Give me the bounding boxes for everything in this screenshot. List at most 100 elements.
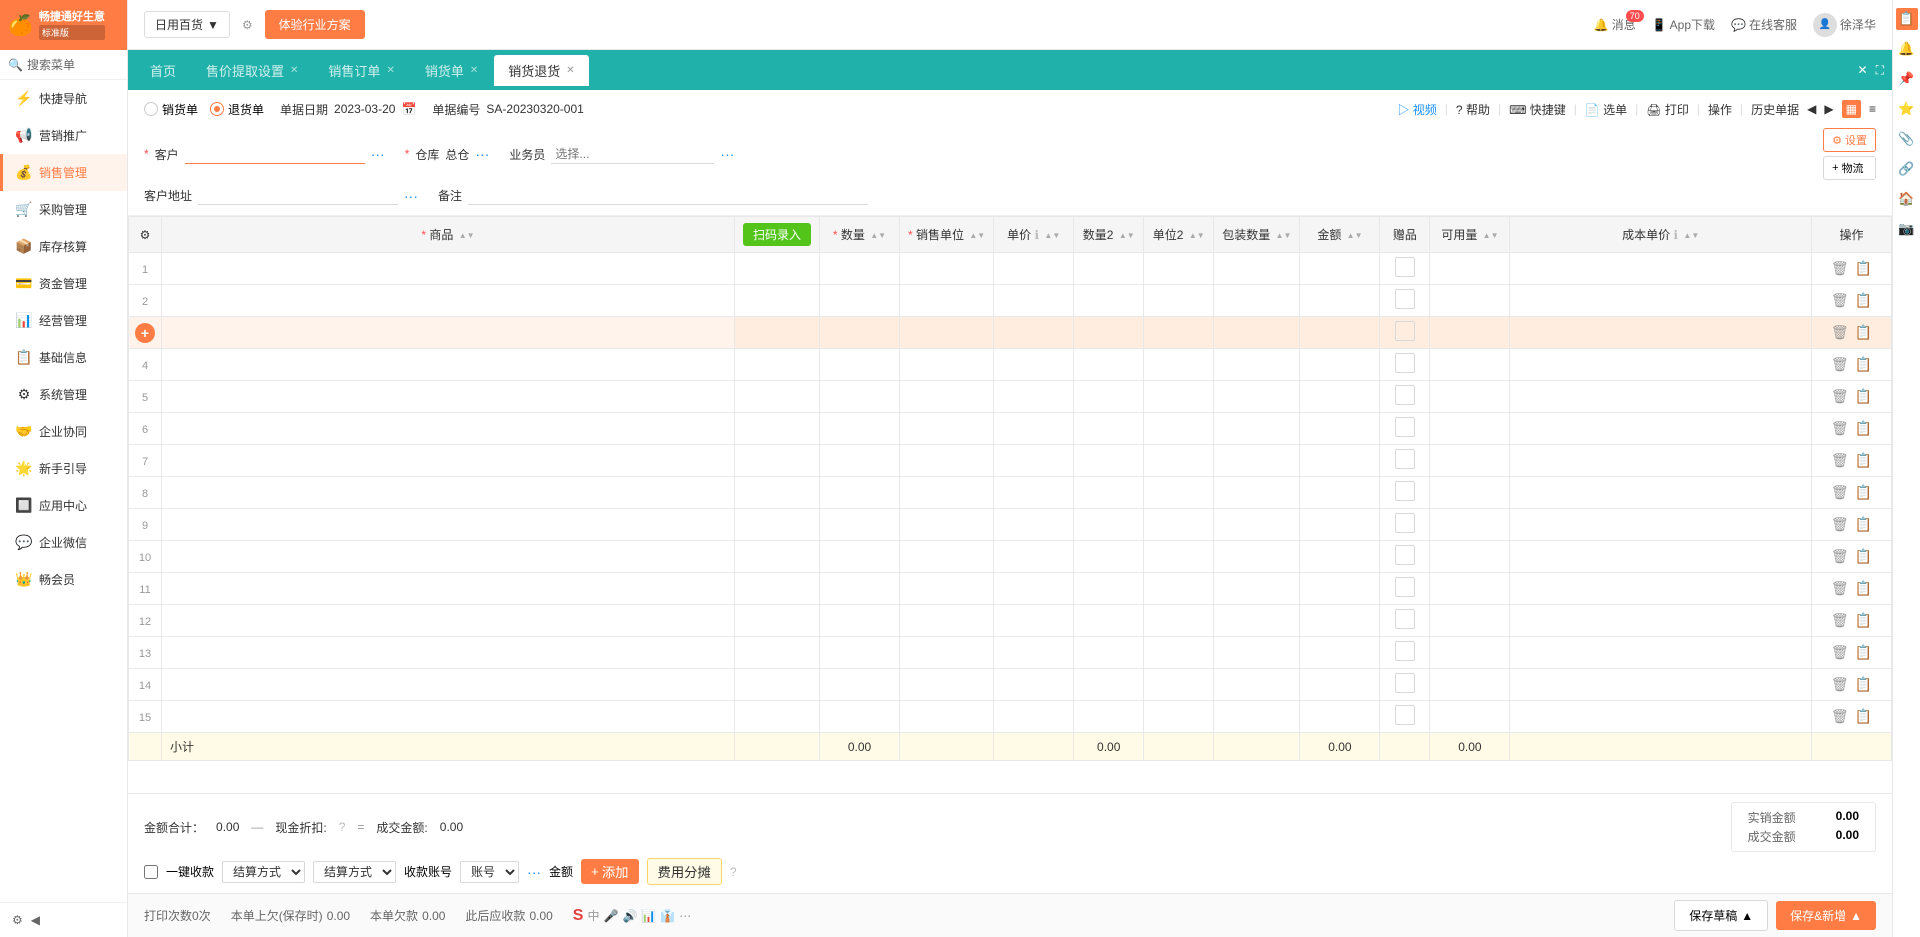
gift-checkbox[interactable] [1395,513,1415,533]
app-download-button[interactable]: 📱 App下载 [1652,16,1715,33]
calendar-icon[interactable]: 📅 [401,102,416,116]
right-tool-link[interactable]: 🔗 [1896,158,1918,180]
sidebar-collapse-icon[interactable]: ◀ [31,913,40,927]
sort-cost[interactable]: ▲▼ [1683,232,1699,240]
address-dots-btn[interactable]: ··· [404,188,418,204]
address-input[interactable] [198,186,398,205]
delete-row-btn[interactable]: 🗑 [1831,612,1849,629]
account-dots-btn[interactable]: ··· [527,864,541,880]
delete-row-btn[interactable]: 🗑 [1831,516,1849,533]
right-tool-home[interactable]: 🏠 [1896,188,1918,210]
next-btn[interactable]: ▶ [1824,102,1833,116]
calculation-method-select[interactable]: 结算方式 [313,861,396,883]
tab-home[interactable]: 首页 [136,55,190,86]
gift-checkbox[interactable] [1395,705,1415,725]
salesperson-dots-btn[interactable]: ··· [720,146,734,162]
copy-row-btn[interactable]: 📋 [1855,420,1872,437]
right-tool-list[interactable]: 📋 [1896,8,1918,30]
save-new-button[interactable]: 保存&新增 ▲ [1776,901,1876,930]
experience-button[interactable]: 体验行业方案 [265,10,365,39]
delete-row-btn[interactable]: 🗑 [1831,356,1849,373]
tab-sales-order[interactable]: 销售订单 ✕ [314,55,408,86]
minus-button[interactable]: — [251,820,263,834]
copy-row-btn[interactable]: 📋 [1855,260,1872,277]
shortcut-action[interactable]: ⌨ 快捷键 [1509,101,1566,118]
delete-row-btn[interactable]: 🗑 [1831,452,1849,469]
list-view-btn[interactable]: ≡ [1869,102,1876,116]
tab-price-setting-close[interactable]: ✕ [290,65,298,76]
copy-row-btn[interactable]: 📋 [1855,388,1872,405]
toolbar-chart-icon[interactable]: 📊 [641,909,656,923]
prev-btn[interactable]: ◀ [1807,102,1816,116]
sidebar-item-enterprise[interactable]: 🤝 企业协同 [0,413,127,450]
copy-row-btn[interactable]: 📋 [1855,452,1872,469]
delete-row-btn[interactable]: 🗑 [1831,580,1849,597]
add-row-cell[interactable]: + [129,317,162,349]
sort-qty2[interactable]: ▲▼ [1119,232,1135,240]
sidebar-item-member[interactable]: 👑 畅会员 [0,561,127,598]
qty-cell[interactable] [820,253,900,285]
sidebar-item-purchase[interactable]: 🛒 采购管理 [0,191,127,228]
add-row-button[interactable]: + [135,323,155,343]
gift-checkbox[interactable] [1395,577,1415,597]
amount-cell[interactable] [1300,253,1380,285]
user-profile[interactable]: 👤 徐泽华 [1813,13,1876,37]
copy-row-btn[interactable]: 📋 [1855,292,1872,309]
warehouse-dots-btn[interactable]: ··· [475,146,489,162]
tab-sales-order-close[interactable]: ✕ [386,65,394,76]
delete-row-btn[interactable]: 🗑 [1831,548,1849,565]
header-settings-icon[interactable]: ⚙ [238,14,257,36]
gift-cell[interactable] [1380,253,1430,285]
settlement-method-select[interactable]: 结算方式 [222,861,305,883]
toolbar-more-icon[interactable]: ⋯ [679,909,691,923]
select-action[interactable]: 📄 选单 [1585,101,1627,118]
fee-help-icon[interactable]: ? [730,865,737,879]
delete-row-btn[interactable]: 🗑 [1831,708,1849,725]
operate-action[interactable]: 操作 [1708,101,1732,118]
unit-cell[interactable] [900,253,994,285]
settings-side-btn[interactable]: ⚙ 设置 [1823,128,1876,152]
copy-row-btn[interactable]: 📋 [1855,612,1872,629]
sort-pkg[interactable]: ▲▼ [1276,232,1292,240]
product-cell[interactable] [162,253,735,285]
sort-qty[interactable]: ▲▼ [870,232,886,240]
copy-row-btn[interactable]: 📋 [1855,708,1872,725]
copy-row-btn[interactable]: 📋 [1855,356,1872,373]
copy-row-btn[interactable]: 📋 [1855,324,1872,341]
radio-shipping[interactable]: 销货单 [144,101,198,118]
product-input[interactable] [168,325,728,340]
notification-button[interactable]: 🔔 消息 70 [1594,16,1636,33]
sort-unit[interactable]: ▲▼ [969,232,985,240]
radio-return[interactable]: 退货单 [210,101,264,118]
qty2-cell[interactable] [1074,253,1144,285]
delete-row-btn[interactable]: 🗑 [1831,644,1849,661]
tab-return-close[interactable]: ✕ [566,65,574,76]
customer-dots-btn[interactable]: ··· [371,146,385,162]
copy-row-btn[interactable]: 📋 [1855,484,1872,501]
sidebar-item-apps[interactable]: 🔲 应用中心 [0,487,127,524]
delete-row-btn[interactable]: 🗑 [1831,292,1849,309]
copy-row-btn[interactable]: 📋 [1855,580,1872,597]
history-action[interactable]: 历史单据 [1751,101,1799,118]
gift-checkbox[interactable] [1395,257,1415,277]
right-tool-clip[interactable]: 📎 [1896,128,1918,150]
delete-row-btn[interactable]: 🗑 [1831,420,1849,437]
delete-row-btn[interactable]: 🗑 [1831,324,1849,341]
notes-input[interactable] [468,186,868,205]
toolbar-shirt-icon[interactable]: 👔 [660,909,675,923]
sidebar-item-operations[interactable]: 📊 经营管理 [0,302,127,339]
sidebar-item-marketing[interactable]: 📢 营销推广 [0,117,127,154]
delete-row-btn[interactable]: 🗑 [1831,260,1849,277]
gift-checkbox[interactable] [1395,609,1415,629]
discount-info-icon[interactable]: ? [339,820,346,834]
delete-row-btn[interactable]: 🗑 [1831,484,1849,501]
gift-checkbox[interactable] [1395,545,1415,565]
delete-row-btn[interactable]: 🗑 [1831,676,1849,693]
one-key-receipt-checkbox[interactable] [144,865,158,879]
unit2-cell[interactable] [1144,253,1214,285]
sidebar-footer[interactable]: ⚙ ◀ [0,902,127,937]
sidebar-item-wechat[interactable]: 💬 企业微信 [0,524,127,561]
barcode-scan-button[interactable]: 扫码录入 [743,223,811,246]
tab-return[interactable]: 销货退货 ✕ [494,55,588,86]
copy-row-btn[interactable]: 📋 [1855,516,1872,533]
